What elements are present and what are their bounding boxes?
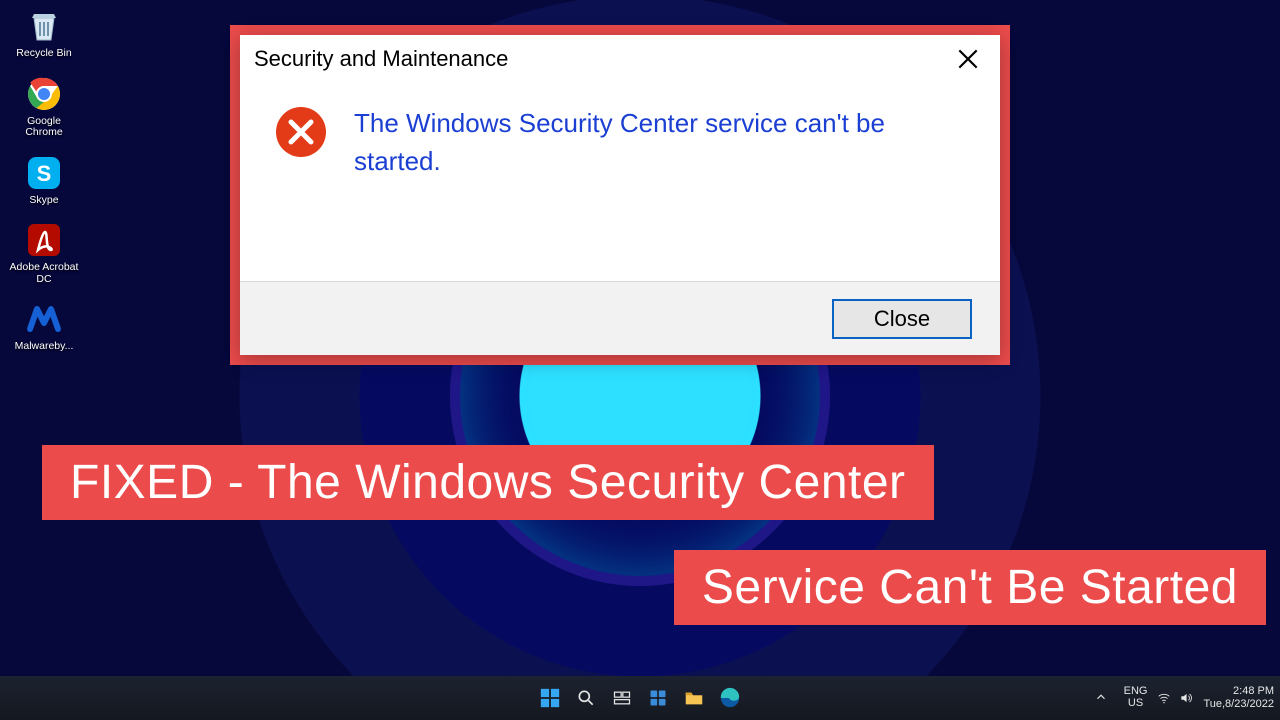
edge-icon — [719, 687, 741, 709]
desktop-icon-label: Recycle Bin — [16, 48, 71, 60]
volume-icon — [1179, 691, 1193, 705]
titlebar-close-button[interactable] — [950, 41, 986, 77]
taskbar-clock[interactable]: 2:48 PM Tue,8/23/2022 — [1203, 685, 1274, 710]
clock-time: 2:48 PM — [1203, 685, 1274, 698]
overlay-banner-line-2: Service Can't Be Started — [674, 550, 1266, 625]
desktop-icon-skype[interactable]: S Skype — [8, 153, 80, 207]
windows-icon — [539, 687, 561, 709]
wifi-icon — [1157, 691, 1171, 705]
desktop-icon-recycle-bin[interactable]: Recycle Bin — [8, 6, 80, 60]
close-button-label: Close — [874, 306, 930, 332]
desktop-icon-adobe-acrobat[interactable]: Adobe Acrobat DC — [8, 220, 80, 285]
taskbar-center — [536, 676, 744, 720]
system-tray[interactable] — [1157, 691, 1193, 705]
error-icon — [274, 105, 328, 159]
dialog-body: The Windows Security Center service can'… — [240, 83, 1000, 281]
dialog-titlebar[interactable]: Security and Maintenance — [240, 35, 1000, 83]
taskbar-edge-button[interactable] — [716, 684, 744, 712]
svg-text:S: S — [37, 161, 52, 186]
taskbar-search-button[interactable] — [572, 684, 600, 712]
desktop-icon-malwarebytes[interactable]: Malwareby... — [8, 299, 80, 353]
desktop-icon-label: Skype — [29, 195, 58, 207]
tray-expand-button[interactable] — [1094, 690, 1114, 707]
taskbar-file-explorer-button[interactable] — [680, 684, 708, 712]
dialog-highlight-frame: Security and Maintenance The Windows Sec… — [230, 25, 1010, 365]
close-icon — [955, 46, 981, 72]
desktop-stage: Recycle Bin Google Chrome S Skype Adobe … — [0, 0, 1280, 720]
skype-icon: S — [24, 153, 64, 193]
chrome-icon — [24, 74, 64, 114]
dialog-footer: Close — [240, 281, 1000, 355]
widgets-icon — [648, 688, 668, 708]
dialog-message: The Windows Security Center service can'… — [354, 105, 966, 180]
overlay-banner-line-1: FIXED - The Windows Security Center — [42, 445, 934, 520]
malwarebytes-icon — [24, 299, 64, 339]
acrobat-icon — [24, 220, 64, 260]
taskbar-task-view-button[interactable] — [608, 684, 636, 712]
folder-icon — [683, 687, 705, 709]
language-indicator[interactable]: ENG US — [1124, 686, 1148, 709]
desktop-icon-label: Google Chrome — [9, 116, 79, 139]
task-view-icon — [612, 688, 632, 708]
search-icon — [576, 688, 596, 708]
desktop-icon-google-chrome[interactable]: Google Chrome — [8, 74, 80, 139]
security-maintenance-dialog: Security and Maintenance The Windows Sec… — [240, 35, 1000, 355]
desktop-icons-column: Recycle Bin Google Chrome S Skype Adobe … — [8, 6, 80, 353]
chevron-up-icon — [1094, 690, 1108, 704]
start-button[interactable] — [536, 684, 564, 712]
dialog-title: Security and Maintenance — [254, 46, 508, 72]
clock-date: Tue,8/23/2022 — [1203, 698, 1274, 711]
recycle-bin-icon — [24, 6, 64, 46]
taskbar: ENG US 2:48 PM Tue,8/23/2022 — [0, 676, 1280, 720]
close-button[interactable]: Close — [832, 299, 972, 339]
language-secondary: US — [1124, 698, 1148, 710]
desktop-icon-label: Adobe Acrobat DC — [9, 262, 79, 285]
taskbar-widgets-button[interactable] — [644, 684, 672, 712]
desktop-icon-label: Malwareby... — [15, 341, 74, 353]
taskbar-right: ENG US 2:48 PM Tue,8/23/2022 — [1094, 676, 1274, 720]
